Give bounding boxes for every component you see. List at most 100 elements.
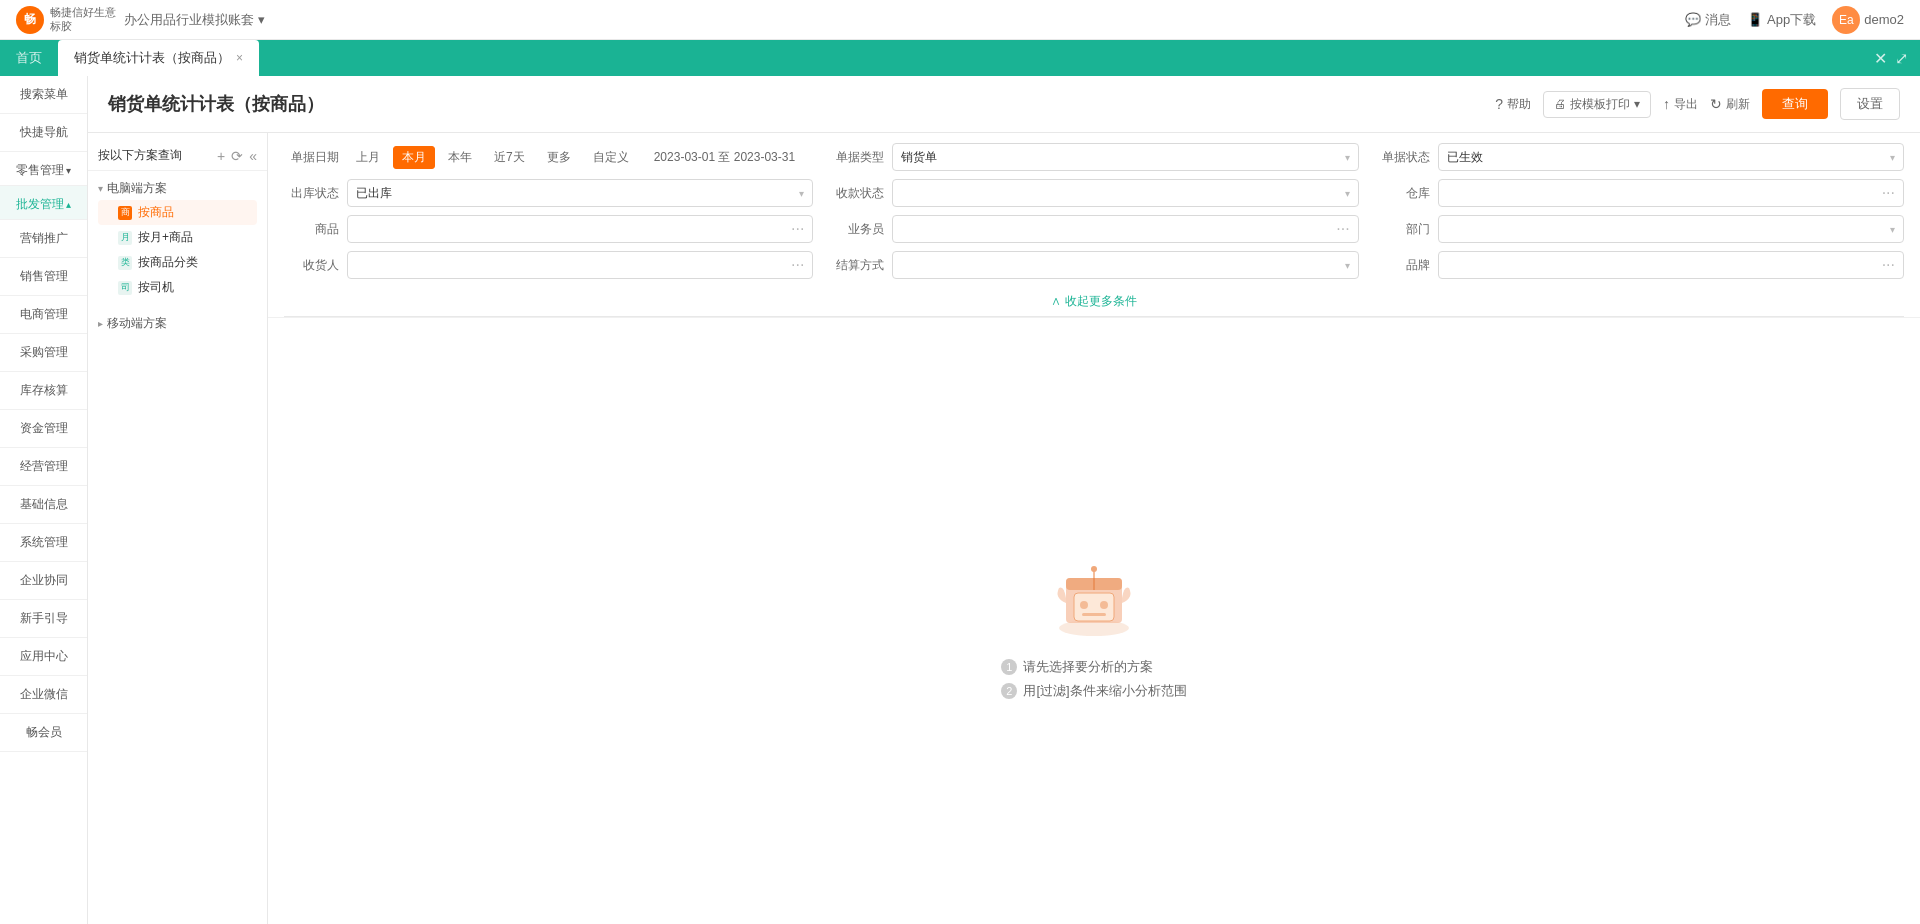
sidebar-item-ecommerce[interactable]: 电商管理 [0, 296, 87, 334]
doc-status-field: 单据状态 已生效 ▾ [1375, 143, 1904, 171]
date-btn-more[interactable]: 更多 [538, 146, 580, 169]
dots-icon: ··· [791, 221, 804, 237]
logo-text: 畅捷信好生意 标胶 [50, 6, 116, 32]
doc-type-field: 单据类型 销货单 ▾ [829, 143, 1358, 171]
dots-icon: ··· [1336, 221, 1349, 237]
message-icon: 💬 [1685, 12, 1701, 27]
sidebar: 搜索菜单 快捷导航 零售管理 ▾ 批发管理 ▴ 营销推广 销售管理 电商管理 采… [0, 76, 88, 924]
sidebar-item-system[interactable]: 系统管理 [0, 524, 87, 562]
chevron-down-icon: ▾ [1345, 260, 1350, 271]
category-icon: 类 [118, 256, 132, 270]
close-window-icon[interactable]: ✕ [1874, 49, 1887, 68]
filter-row-1: 单据日期 上月 本月 本年 近7天 更多 自定义 2023-03-01 至 20… [284, 143, 1904, 171]
chevron-down-icon: ▾ [799, 188, 804, 199]
right-panel: 单据日期 上月 本月 本年 近7天 更多 自定义 2023-03-01 至 20… [268, 133, 1920, 924]
logo-icon: 畅 [16, 6, 44, 34]
warehouse-field: 仓库 ··· [1375, 179, 1904, 207]
filter-row-2: 出库状态 已出库 ▾ 收款状态 ▾ [284, 179, 1904, 207]
date-btn-7-days[interactable]: 近7天 [485, 146, 534, 169]
sidebar-item-basic-info[interactable]: 基础信息 [0, 486, 87, 524]
message-action[interactable]: 💬 消息 [1685, 11, 1731, 29]
recipient-field: 收货人 ··· [284, 251, 813, 279]
driver-icon: 司 [118, 281, 132, 295]
sidebar-item-wholesale[interactable]: 批发管理 ▴ [0, 186, 87, 220]
settings-button[interactable]: 设置 [1840, 88, 1900, 120]
dept-select[interactable]: ▾ [1438, 215, 1904, 243]
refresh-button[interactable]: ↻ 刷新 [1710, 96, 1750, 113]
receipt-status-select[interactable]: ▾ [892, 179, 1358, 207]
app-download-action[interactable]: 📱 App下载 [1747, 11, 1816, 29]
collapse-bar[interactable]: ∧ 收起更多条件 [284, 287, 1904, 317]
date-btn-this-month[interactable]: 本月 [393, 146, 435, 169]
sidebar-item-search[interactable]: 搜索菜单 [0, 76, 87, 114]
sidebar-item-guide[interactable]: 新手引导 [0, 600, 87, 638]
doc-type-select[interactable]: 销货单 ▾ [892, 143, 1358, 171]
sidebar-item-marketing[interactable]: 营销推广 [0, 220, 87, 258]
sidebar-item-enterprise[interactable]: 企业协同 [0, 562, 87, 600]
scheme-item-by-driver[interactable]: 司 按司机 [98, 275, 257, 300]
date-btn-custom[interactable]: 自定义 [584, 146, 638, 169]
sidebar-item-app-center[interactable]: 应用中心 [0, 638, 87, 676]
dots-icon: ··· [791, 257, 804, 273]
query-button[interactable]: 查询 [1762, 89, 1828, 119]
sidebar-item-wechat[interactable]: 企业微信 [0, 676, 87, 714]
collapse-scheme-icon[interactable]: « [249, 148, 257, 164]
content-area: 销货单统计计表（按商品） ? 帮助 🖨 按模板打印 ▾ ↑ 导出 [88, 76, 1920, 924]
page-actions: ? 帮助 🖨 按模板打印 ▾ ↑ 导出 ↻ 刷新 [1495, 88, 1900, 120]
sidebar-item-purchase[interactable]: 采购管理 [0, 334, 87, 372]
brand-input[interactable]: ··· [1438, 251, 1904, 279]
tab-sales-report[interactable]: 销货单统计计表（按商品） × [58, 40, 259, 76]
template-print-button[interactable]: 🖨 按模板打印 ▾ [1543, 91, 1651, 118]
desktop-group-header[interactable]: ▾ 电脑端方案 [98, 177, 257, 200]
out-status-select[interactable]: 已出库 ▾ [347, 179, 813, 207]
sidebar-item-finance[interactable]: 资金管理 [0, 410, 87, 448]
warehouse-input[interactable]: ··· [1438, 179, 1904, 207]
salesman-input[interactable]: ··· [892, 215, 1358, 243]
svg-point-6 [1100, 601, 1108, 609]
download-icon: 📱 [1747, 12, 1763, 27]
dots-icon: ··· [1882, 185, 1895, 201]
empty-svg [1044, 543, 1144, 643]
filter-row-3: 商品 ··· 业务员 ··· [284, 215, 1904, 243]
doc-status-select[interactable]: 已生效 ▾ [1438, 143, 1904, 171]
date-btn-this-year[interactable]: 本年 [439, 146, 481, 169]
sidebar-item-operations[interactable]: 经营管理 [0, 448, 87, 486]
print-icon: 🖨 [1554, 97, 1566, 111]
close-icon[interactable]: × [236, 51, 243, 65]
scheme-item-by-month-product[interactable]: 月 按月+商品 [98, 225, 257, 250]
mobile-group-header[interactable]: ▸ 移动端方案 [98, 312, 257, 335]
mobile-group: ▸ 移动端方案 [88, 306, 267, 341]
scheme-item-by-product[interactable]: 商 按商品 [98, 200, 257, 225]
out-status-field: 出库状态 已出库 ▾ [284, 179, 813, 207]
empty-state: 1 请先选择要分析的方案 2 用[过滤]条件来缩小分析范围 [268, 318, 1920, 924]
product-icon: 商 [118, 206, 132, 220]
sidebar-item-inventory[interactable]: 库存核算 [0, 372, 87, 410]
date-btn-last-month[interactable]: 上月 [347, 146, 389, 169]
empty-illustration [1044, 543, 1144, 646]
sidebar-item-quick-nav[interactable]: 快捷导航 [0, 114, 87, 152]
chevron-down-icon: ▾ [1890, 152, 1895, 163]
sidebar-item-sales[interactable]: 销售管理 [0, 258, 87, 296]
payment-field: 结算方式 ▾ [829, 251, 1358, 279]
empty-step-2: 2 用[过滤]条件来缩小分析范围 [1001, 682, 1186, 700]
date-field: 单据日期 上月 本月 本年 近7天 更多 自定义 2023-03-01 至 20… [284, 146, 813, 169]
main-layout: 搜索菜单 快捷导航 零售管理 ▾ 批发管理 ▴ 营销推广 销售管理 电商管理 采… [0, 76, 1920, 924]
payment-select[interactable]: ▾ [892, 251, 1358, 279]
tab-home[interactable]: 首页 [0, 40, 58, 76]
brand-field: 品牌 ··· [1375, 251, 1904, 279]
scheme-item-by-category[interactable]: 类 按商品分类 [98, 250, 257, 275]
export-button[interactable]: ↑ 导出 [1663, 96, 1698, 113]
sidebar-item-retail[interactable]: 零售管理 ▾ [0, 152, 87, 186]
add-scheme-icon[interactable]: + [217, 148, 225, 164]
help-button[interactable]: ? 帮助 [1495, 96, 1531, 113]
recipient-input[interactable]: ··· [347, 251, 813, 279]
user-profile[interactable]: Ea demo2 [1832, 6, 1904, 34]
sidebar-item-member[interactable]: 畅会员 [0, 714, 87, 752]
dept-field: 部门 ▾ [1375, 215, 1904, 243]
filter-row-4: 收货人 ··· 结算方式 ▾ [284, 251, 1904, 279]
product-input[interactable]: ··· [347, 215, 813, 243]
empty-text: 1 请先选择要分析的方案 2 用[过滤]条件来缩小分析范围 [1001, 658, 1186, 700]
refresh-scheme-icon[interactable]: ⟳ [231, 148, 243, 164]
app-selector[interactable]: 办公用品行业模拟账套 ▾ [124, 11, 265, 29]
maximize-icon[interactable]: ⤢ [1895, 49, 1908, 68]
